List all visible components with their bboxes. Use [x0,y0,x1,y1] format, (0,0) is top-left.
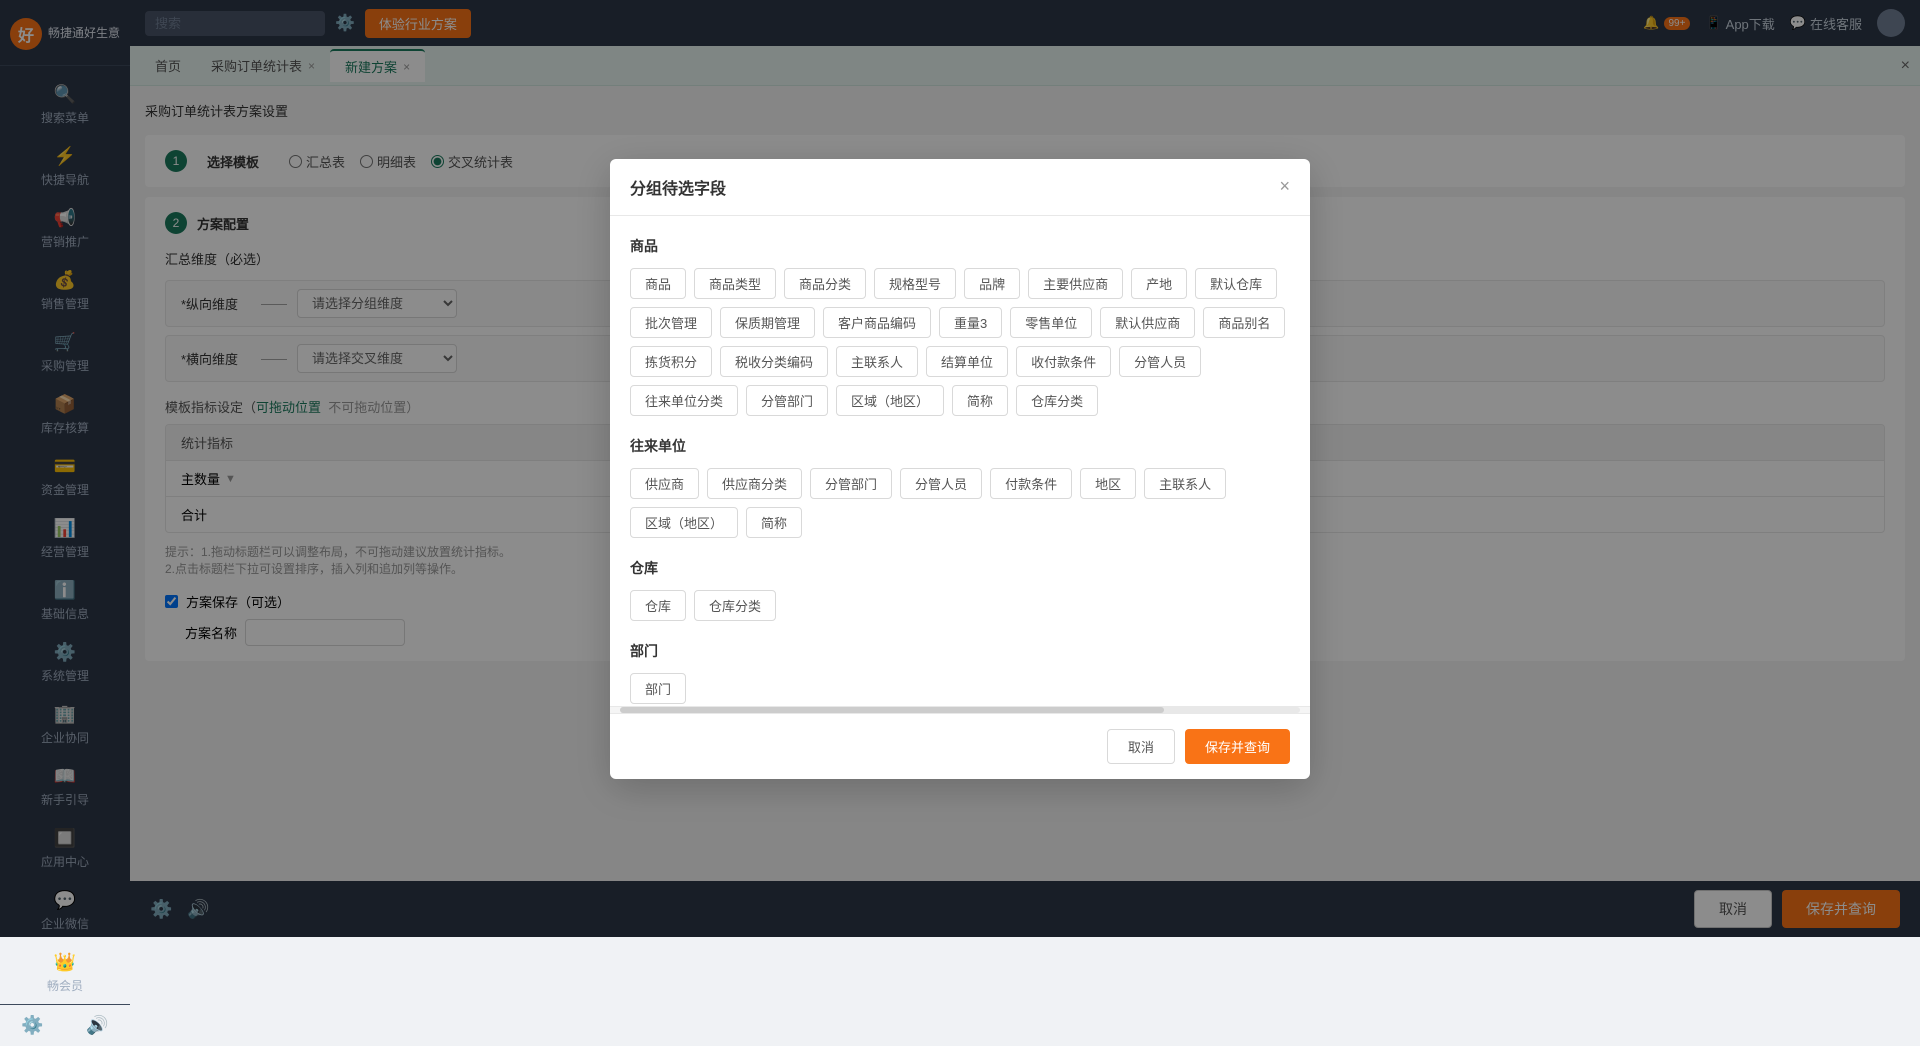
field-tag[interactable]: 默认仓库 [1195,268,1277,299]
field-tag[interactable]: 分管人员 [1119,346,1201,377]
settings-icon[interactable]: ⚙️ [21,1015,43,1036]
field-section-product: 商品商品商品类型商品分类规格型号品牌主要供应商产地默认仓库批次管理保质期管理客户… [630,236,1290,416]
volume-icon[interactable]: 🔊 [86,1015,108,1036]
field-tag[interactable]: 分管人员 [900,468,982,499]
field-tag[interactable]: 部门 [630,673,686,704]
sidebar-item-member[interactable]: 👑 畅会员 [36,942,94,1004]
field-tag[interactable]: 商品 [630,268,686,299]
field-tag[interactable]: 分管部门 [810,468,892,499]
field-tag[interactable]: 商品类型 [694,268,776,299]
field-tag[interactable]: 客户商品编码 [823,307,931,338]
field-section-department: 部门部门 [630,641,1290,704]
field-tag[interactable]: 仓库分类 [694,590,776,621]
section-title-product: 商品 [630,236,1290,256]
section-title-warehouse: 仓库 [630,558,1290,578]
field-tags-warehouse: 仓库仓库分类 [630,590,1290,621]
dialog-confirm-button[interactable]: 保存并查询 [1185,729,1290,764]
field-tag[interactable]: 结算单位 [926,346,1008,377]
sidebar-bottom: ⚙️ 🔊 [0,1004,130,1046]
field-tag[interactable]: 简称 [952,385,1008,416]
field-tag[interactable]: 主联系人 [1144,468,1226,499]
field-tag[interactable]: 主联系人 [836,346,918,377]
field-tag[interactable]: 分管部门 [746,385,828,416]
field-tag[interactable]: 付款条件 [990,468,1072,499]
field-tag[interactable]: 区域（地区） [836,385,944,416]
section-title-department: 部门 [630,641,1290,661]
scrollbar-thumb [620,707,1164,713]
field-tag[interactable]: 保质期管理 [720,307,815,338]
field-tags-partner: 供应商供应商分类分管部门分管人员付款条件地区主联系人区域（地区） 简称 [630,468,1290,538]
dialog-cancel-button[interactable]: 取消 [1107,729,1175,764]
field-tag[interactable]: 重量3 [939,307,1002,338]
field-tag[interactable]: 拣货积分 [630,346,712,377]
field-tag[interactable]: 商品分类 [784,268,866,299]
member-icon: 👑 [54,952,76,973]
field-tag[interactable]: 区域（地区） [630,507,738,538]
field-tag[interactable]: 收付款条件 [1016,346,1111,377]
field-select-dialog: 分组待选字段 × 商品商品商品类型商品分类规格型号品牌主要供应商产地默认仓库批次… [610,159,1310,779]
field-tag[interactable]: 批次管理 [630,307,712,338]
section-title-partner: 往来单位 [630,436,1290,456]
dialog-scrollbar-area [610,706,1310,713]
field-tag[interactable]: 往来单位分类 [630,385,738,416]
dialog-footer: 取消 保存并查询 [610,713,1310,779]
modal-overlay: 分组待选字段 × 商品商品商品类型商品分类规格型号品牌主要供应商产地默认仓库批次… [0,0,1920,937]
sidebar-item-label: 畅会员 [47,977,83,994]
dialog-header: 分组待选字段 × [610,159,1310,216]
dialog-close-icon[interactable]: × [1279,176,1290,197]
field-tags-department: 部门 [630,673,1290,704]
field-tag[interactable]: 税收分类编码 [720,346,828,377]
field-tags-product: 商品商品类型商品分类规格型号品牌主要供应商产地默认仓库批次管理保质期管理客户商品… [630,268,1290,416]
field-tag[interactable]: 地区 [1080,468,1136,499]
dialog-title: 分组待选字段 [630,175,726,199]
field-tag[interactable]: 产地 [1131,268,1187,299]
field-tag[interactable]: 仓库分类 [1016,385,1098,416]
field-section-partner: 往来单位供应商供应商分类分管部门分管人员付款条件地区主联系人区域（地区） 简称 [630,436,1290,538]
field-tag[interactable]: 品牌 [964,268,1020,299]
field-tag[interactable]: 简称 [746,507,802,538]
field-tag[interactable]: 仓库 [630,590,686,621]
field-section-warehouse: 仓库仓库仓库分类 [630,558,1290,621]
field-tag[interactable]: 商品别名 [1203,307,1285,338]
dialog-body: 商品商品商品类型商品分类规格型号品牌主要供应商产地默认仓库批次管理保质期管理客户… [610,216,1310,706]
field-tag[interactable]: 规格型号 [874,268,956,299]
horizontal-scrollbar[interactable] [620,707,1300,713]
field-tag[interactable]: 供应商 [630,468,699,499]
field-tag[interactable]: 主要供应商 [1028,268,1123,299]
field-tag[interactable]: 零售单位 [1010,307,1092,338]
field-tag[interactable]: 默认供应商 [1100,307,1195,338]
field-tag[interactable]: 供应商分类 [707,468,802,499]
